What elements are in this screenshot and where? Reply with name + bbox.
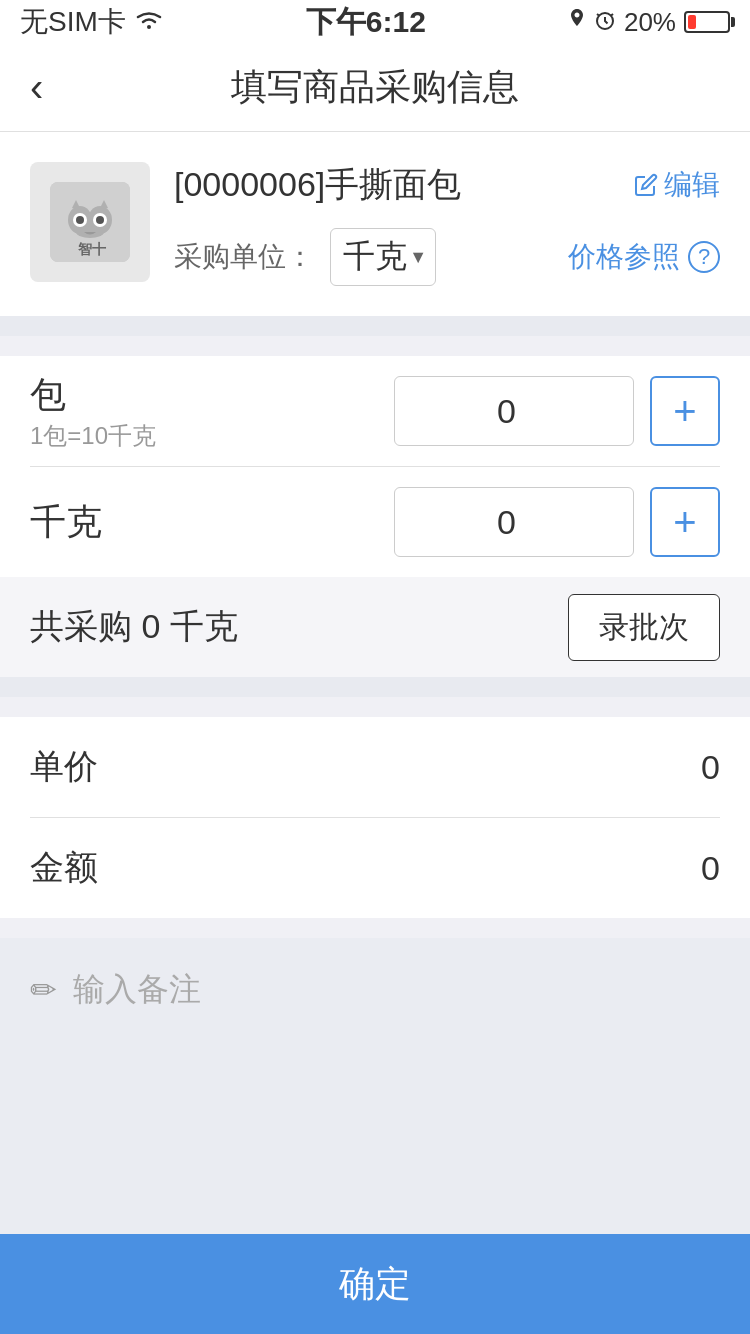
status-left: 无SIM卡 — [20, 3, 164, 41]
batch-record-button[interactable]: 录批次 — [568, 594, 720, 661]
back-button[interactable]: ‹ — [30, 65, 90, 110]
unit-selector[interactable]: 千克 — [330, 228, 436, 286]
bao-input-row: 包 1包=10千克 + — [0, 356, 750, 466]
svg-text:智十: 智十 — [77, 241, 107, 257]
battery-percentage: 20% — [624, 7, 676, 38]
product-card: 智十 [0000006]手撕面包 编辑 采购单位： 千克 价格参照 ? — [0, 132, 750, 316]
bao-quantity-input[interactable] — [394, 376, 634, 446]
amount-value: 0 — [701, 849, 720, 888]
svg-point-6 — [76, 216, 84, 224]
section-divider-1 — [0, 316, 750, 336]
kg-unit-main: 千克 — [30, 498, 150, 547]
total-text: 共采购 0 千克 — [30, 604, 238, 650]
kg-input-row: 千克 + — [0, 467, 750, 577]
kg-input-wrapper: + — [150, 487, 720, 557]
confirm-button[interactable]: 确定 — [0, 1234, 750, 1334]
nav-bar: ‹ 填写商品采购信息 — [0, 44, 750, 132]
page-title: 填写商品采购信息 — [231, 63, 519, 112]
total-amount-row: 金额 0 — [0, 818, 750, 918]
unit-price-row: 单价 0 — [0, 717, 750, 817]
main-content: 智十 [0000006]手撕面包 编辑 采购单位： 千克 价格参照 ? — [0, 132, 750, 1334]
product-full-name: [0000006]手撕面包 — [174, 162, 461, 208]
status-time: 下午6:12 — [306, 2, 426, 43]
amount-label: 金额 — [30, 845, 98, 891]
product-name-row: [0000006]手撕面包 编辑 — [174, 162, 720, 208]
wifi-icon — [134, 6, 164, 38]
product-logo: 智十 — [50, 182, 130, 262]
kg-quantity-input[interactable] — [394, 487, 634, 557]
bao-unit-main: 包 — [30, 371, 156, 420]
price-section: 单价 0 金额 0 — [0, 717, 750, 918]
section-divider-2 — [0, 677, 750, 697]
bao-input-wrapper: + — [156, 376, 720, 446]
total-row: 共采购 0 千克 录批次 — [0, 577, 750, 677]
carrier-label: 无SIM卡 — [20, 3, 126, 41]
status-right: 20% — [568, 7, 730, 38]
notes-placeholder: 输入备注 — [73, 968, 201, 1012]
price-ref-icon: ? — [688, 241, 720, 273]
unit-price-value: 0 — [701, 748, 720, 787]
unit-price-label: 单价 — [30, 744, 98, 790]
battery-icon — [684, 11, 730, 33]
bao-unit-sub: 1包=10千克 — [30, 420, 156, 452]
alarm-icon — [594, 7, 616, 38]
location-icon — [568, 7, 586, 38]
bao-plus-button[interactable]: + — [650, 376, 720, 446]
purchase-unit-row: 采购单位： 千克 价格参照 ? — [174, 228, 720, 286]
svg-point-7 — [96, 216, 104, 224]
kg-plus-button[interactable]: + — [650, 487, 720, 557]
purchase-unit-label: 采购单位： — [174, 238, 314, 276]
kg-unit-label: 千克 — [30, 498, 150, 547]
notes-section[interactable]: ✏ 输入备注 — [0, 938, 750, 1042]
status-bar: 无SIM卡 下午6:12 20% — [0, 0, 750, 44]
notes-icon: ✏ — [30, 971, 57, 1009]
product-info: [0000006]手撕面包 编辑 采购单位： 千克 价格参照 ? — [174, 162, 720, 286]
price-reference-button[interactable]: 价格参照 ? — [568, 238, 720, 276]
quantity-input-section: 包 1包=10千克 + 千克 + 共采购 0 千克 录批次 — [0, 356, 750, 677]
bao-unit-label: 包 1包=10千克 — [30, 371, 156, 452]
edit-button[interactable]: 编辑 — [634, 166, 720, 204]
product-image: 智十 — [30, 162, 150, 282]
